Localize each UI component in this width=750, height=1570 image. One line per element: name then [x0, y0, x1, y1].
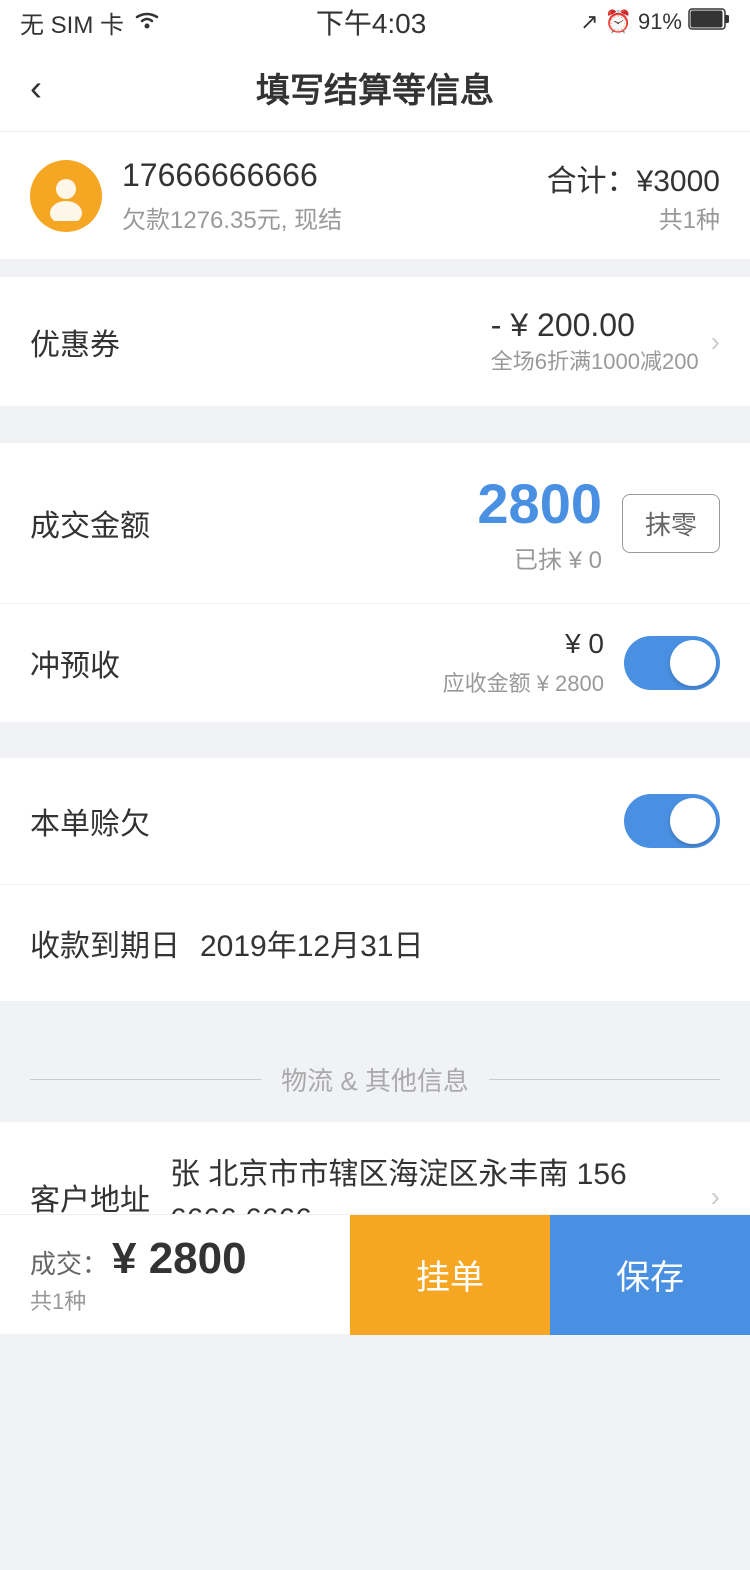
coupon-section[interactable]: 优惠券 - ¥ 200.00 全场6折满1000减200 › — [0, 277, 750, 407]
address-label: 客户地址 — [30, 1175, 150, 1219]
section-divider-1 — [0, 425, 750, 443]
customer-right: 合计：¥3000 共1种 — [547, 156, 720, 235]
due-date-value: 2019年12月31日 — [200, 921, 423, 965]
amount-row: 成交金额 2800 已抹 ¥ 0 抹零 — [0, 443, 750, 603]
charge-toggle[interactable] — [624, 636, 720, 690]
amount-label: 成交金额 — [30, 501, 150, 545]
amount-sub: 已抹 ¥ 0 — [477, 540, 602, 575]
customer-info: 17666666666 欠款1276.35元, 现结 — [122, 157, 342, 235]
section-divider-2 — [0, 740, 750, 758]
charge-label: 冲预收 — [30, 641, 120, 685]
round-zero-button[interactable]: 抹零 — [622, 494, 720, 553]
battery-text: 91% — [638, 9, 682, 35]
footer-deal-label: 成交： — [30, 1244, 108, 1281]
coupon-discount: - ¥ 200.00 — [491, 307, 699, 344]
customer-row: 17666666666 欠款1276.35元, 现结 合计：¥3000 共1种 — [0, 132, 750, 259]
location-icon: ↗ — [580, 9, 598, 35]
section-divider-3 — [0, 1019, 750, 1037]
coupon-label: 优惠券 — [30, 320, 120, 364]
carrier-text: 无 SIM 卡 — [20, 5, 124, 40]
customer-debt: 欠款1276.35元, 现结 — [122, 200, 342, 235]
status-bar: 无 SIM 卡 下午4:03 ↗ ⏰ 91% — [0, 0, 750, 44]
back-button[interactable]: ‹ — [30, 67, 42, 109]
charge-sub: 应收金额 ¥ 2800 — [443, 666, 604, 698]
debit-label: 本单赊欠 — [30, 799, 150, 843]
debit-toggle-thumb — [670, 798, 716, 844]
customer-phone: 17666666666 — [122, 157, 342, 194]
debit-section: 本单赊欠 收款到期日 2019年12月31日 — [0, 758, 750, 1001]
coupon-arrow-icon: › — [711, 326, 720, 358]
logistics-line-right — [489, 1079, 720, 1080]
save-button[interactable]: 保存 — [550, 1215, 750, 1335]
amount-right: 2800 已抹 ¥ 0 抹零 — [477, 471, 720, 575]
charge-right: ¥ 0 应收金额 ¥ 2800 — [443, 628, 604, 698]
logistics-line-left — [30, 1079, 261, 1080]
charge-row: 冲预收 ¥ 0 应收金额 ¥ 2800 — [0, 603, 750, 722]
total-amount: 合计：¥3000 — [547, 156, 720, 200]
alarm-icon: ⏰ — [605, 9, 632, 35]
hang-order-button[interactable]: 挂单 — [350, 1215, 550, 1335]
toggle-thumb — [670, 640, 716, 686]
wifi-icon — [132, 8, 162, 36]
nav-bar: ‹ 填写结算等信息 — [0, 44, 750, 132]
debit-toggle[interactable] — [624, 794, 720, 848]
charge-amount: ¥ 0 — [443, 628, 604, 660]
amount-section: 成交金额 2800 已抹 ¥ 0 抹零 冲预收 ¥ 0 应收金额 ¥ 2800 — [0, 443, 750, 722]
status-time: 下午4:03 — [316, 2, 427, 42]
footer-deal-amount: ¥ 2800 — [112, 1234, 247, 1284]
coupon-right: - ¥ 200.00 全场6折满1000减200 › — [491, 307, 720, 376]
total-count: 共1种 — [547, 200, 720, 235]
status-left: 无 SIM 卡 — [20, 5, 162, 40]
customer-section: 17666666666 欠款1276.35元, 现结 合计：¥3000 共1种 — [0, 132, 750, 259]
footer: 成交： ¥ 2800 共1种 挂单 保存 — [0, 1214, 750, 1334]
due-date-row: 收款到期日 2019年12月31日 — [0, 884, 750, 1001]
customer-left: 17666666666 欠款1276.35元, 现结 — [30, 157, 342, 235]
debit-row: 本单赊欠 — [0, 758, 750, 884]
coupon-row[interactable]: 优惠券 - ¥ 200.00 全场6折满1000减200 › — [0, 277, 750, 407]
logistics-divider: 物流 & 其他信息 — [0, 1037, 750, 1122]
footer-count: 共1种 — [30, 1284, 320, 1316]
footer-info: 成交： ¥ 2800 共1种 — [0, 1234, 350, 1316]
address-arrow-icon: › — [711, 1181, 720, 1213]
page-title: 填写结算等信息 — [256, 63, 494, 112]
coupon-description: 全场6折满1000减200 — [491, 344, 699, 376]
due-date-label: 收款到期日 — [30, 921, 180, 965]
battery-icon — [688, 8, 730, 36]
amount-value: 2800 — [477, 471, 602, 536]
avatar — [30, 160, 102, 232]
status-right: ↗ ⏰ 91% — [580, 8, 730, 36]
logistics-text: 物流 & 其他信息 — [281, 1061, 469, 1098]
